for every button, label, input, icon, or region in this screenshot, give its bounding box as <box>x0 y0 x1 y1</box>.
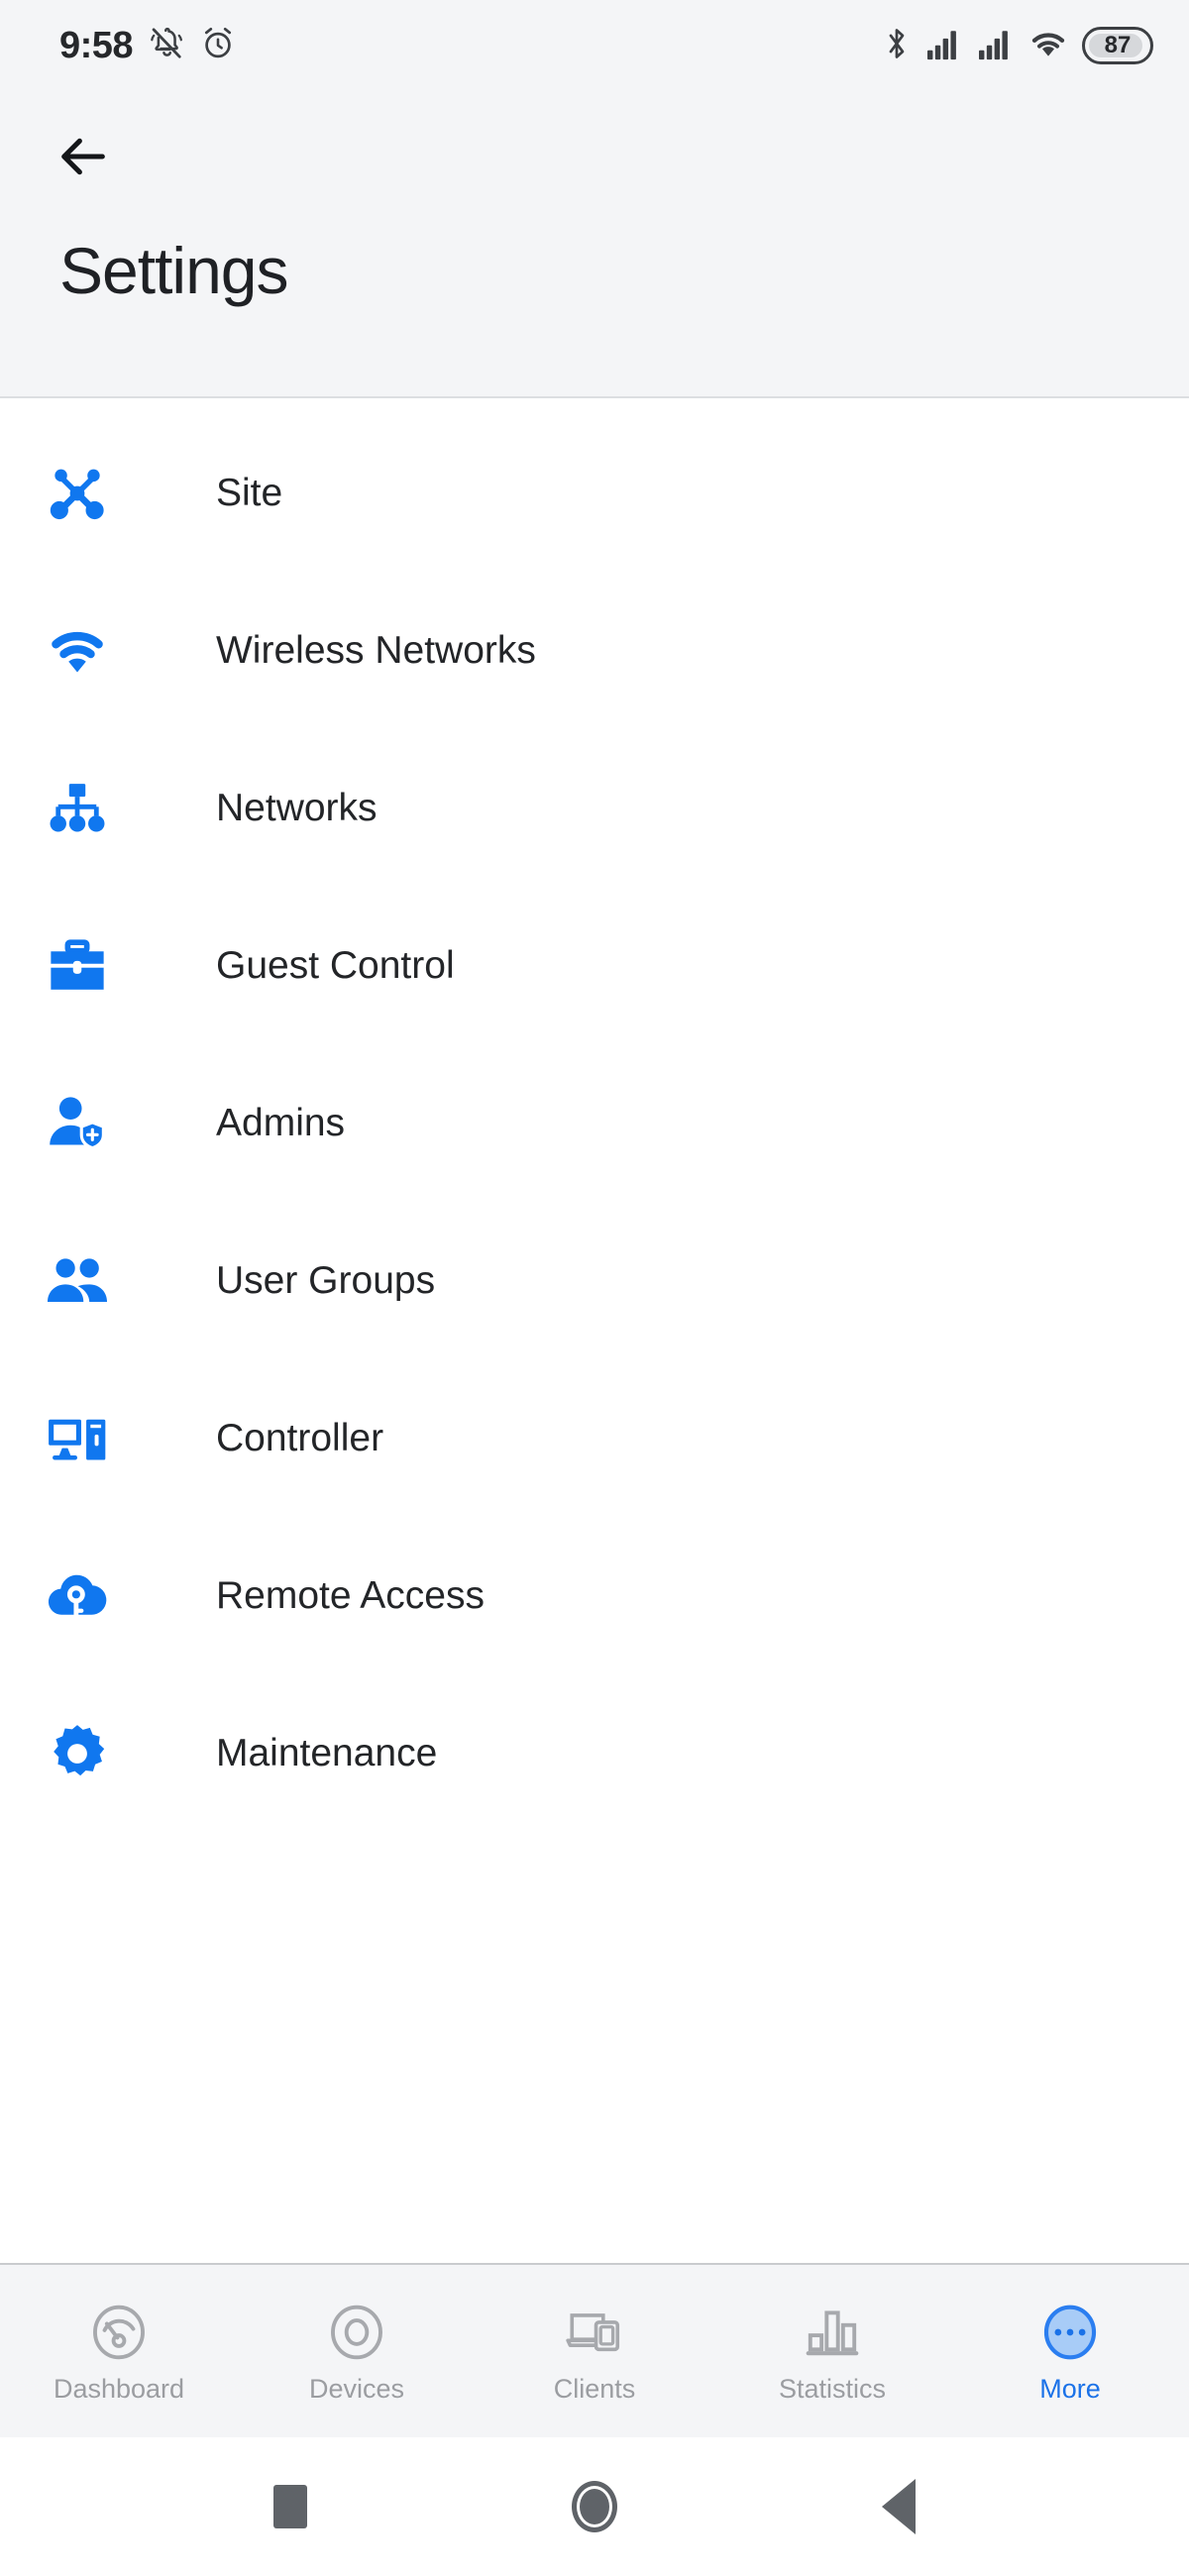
settings-item-label: Wireless Networks <box>216 628 536 672</box>
status-clock: 9:58 <box>59 24 134 66</box>
back-triangle-icon <box>881 2479 916 2534</box>
signal-1-icon <box>925 27 963 65</box>
settings-item-site[interactable]: Site <box>0 414 1189 572</box>
settings-item-label: Admins <box>216 1101 346 1144</box>
desktop-tower-icon <box>42 1403 113 1474</box>
settings-item-label: Guest Control <box>216 943 455 987</box>
status-bar: 9:58 87 <box>0 0 1189 91</box>
settings-item-guest-control[interactable]: Guest Control <box>0 887 1189 1044</box>
page-title: Settings <box>59 234 288 307</box>
wifi-icon <box>42 615 113 687</box>
settings-item-remote-access[interactable]: Remote Access <box>0 1517 1189 1674</box>
android-system-navigation <box>0 2437 1189 2576</box>
cloud-key-icon <box>42 1560 113 1632</box>
nav-item-label: Devices <box>308 2373 405 2404</box>
battery-level: 87 <box>1104 32 1132 58</box>
settings-item-label: Remote Access <box>216 1573 485 1617</box>
nav-item-clients[interactable]: Clients <box>476 2265 713 2437</box>
network-tree-icon <box>42 773 113 844</box>
settings-item-wireless-networks[interactable]: Wireless Networks <box>0 572 1189 729</box>
nav-item-label: Statistics <box>778 2373 887 2404</box>
nav-item-more[interactable]: More <box>951 2265 1189 2437</box>
status-bar-right: 87 <box>882 26 1153 66</box>
settings-item-label: User Groups <box>216 1258 436 1302</box>
settings-item-controller[interactable]: Controller <box>0 1359 1189 1517</box>
signal-2-icon <box>977 27 1015 65</box>
gear-icon <box>42 1718 113 1789</box>
bluetooth-icon <box>882 26 912 66</box>
bottom-navigation-bar: Dashboard Devices Clients Statistics Mor… <box>0 2263 1189 2437</box>
settings-item-networks[interactable]: Networks <box>0 729 1189 887</box>
nav-item-label: Clients <box>553 2373 636 2404</box>
phone-screen: 9:58 87 Settings Site Wireless Networks … <box>0 0 1189 2576</box>
recents-button[interactable] <box>246 2462 335 2551</box>
nav-item-label: Dashboard <box>53 2373 185 2404</box>
site-topology-icon <box>42 458 113 529</box>
user-shield-icon <box>42 1088 113 1159</box>
app-bar: Settings <box>0 91 1189 398</box>
nav-item-dashboard[interactable]: Dashboard <box>0 2265 238 2437</box>
briefcase-icon <box>42 930 113 1002</box>
notifications-off-icon <box>149 26 184 66</box>
home-circle-icon <box>571 2481 617 2532</box>
settings-item-label: Controller <box>216 1416 384 1459</box>
settings-item-admins[interactable]: Admins <box>0 1044 1189 1202</box>
nav-item-label: More <box>1039 2373 1101 2404</box>
back-button-system[interactable] <box>854 2462 943 2551</box>
settings-item-label: Maintenance <box>216 1731 438 1774</box>
recents-square-icon <box>273 2485 308 2528</box>
users-icon <box>42 1245 113 1317</box>
bar-chart-icon <box>802 2301 863 2364</box>
battery-icon: 87 <box>1082 27 1153 64</box>
nav-item-devices[interactable]: Devices <box>238 2265 476 2437</box>
wifi-icon <box>1028 27 1068 65</box>
settings-list: Site Wireless Networks Networks Guest Co… <box>0 398 1189 2263</box>
laptop-phone-icon <box>564 2301 625 2364</box>
settings-item-label: Networks <box>216 786 378 829</box>
nav-item-statistics[interactable]: Statistics <box>713 2265 951 2437</box>
unifi-ring-icon <box>326 2301 387 2364</box>
alarm-icon <box>200 26 236 66</box>
back-button[interactable] <box>44 119 123 198</box>
gauge-icon <box>88 2301 150 2364</box>
home-button[interactable] <box>550 2462 639 2551</box>
settings-item-label: Site <box>216 471 283 514</box>
status-bar-left: 9:58 <box>59 25 236 67</box>
more-dots-icon <box>1039 2301 1101 2364</box>
settings-item-maintenance[interactable]: Maintenance <box>0 1674 1189 1832</box>
settings-item-user-groups[interactable]: User Groups <box>0 1202 1189 1359</box>
arrow-left-icon <box>54 128 112 190</box>
